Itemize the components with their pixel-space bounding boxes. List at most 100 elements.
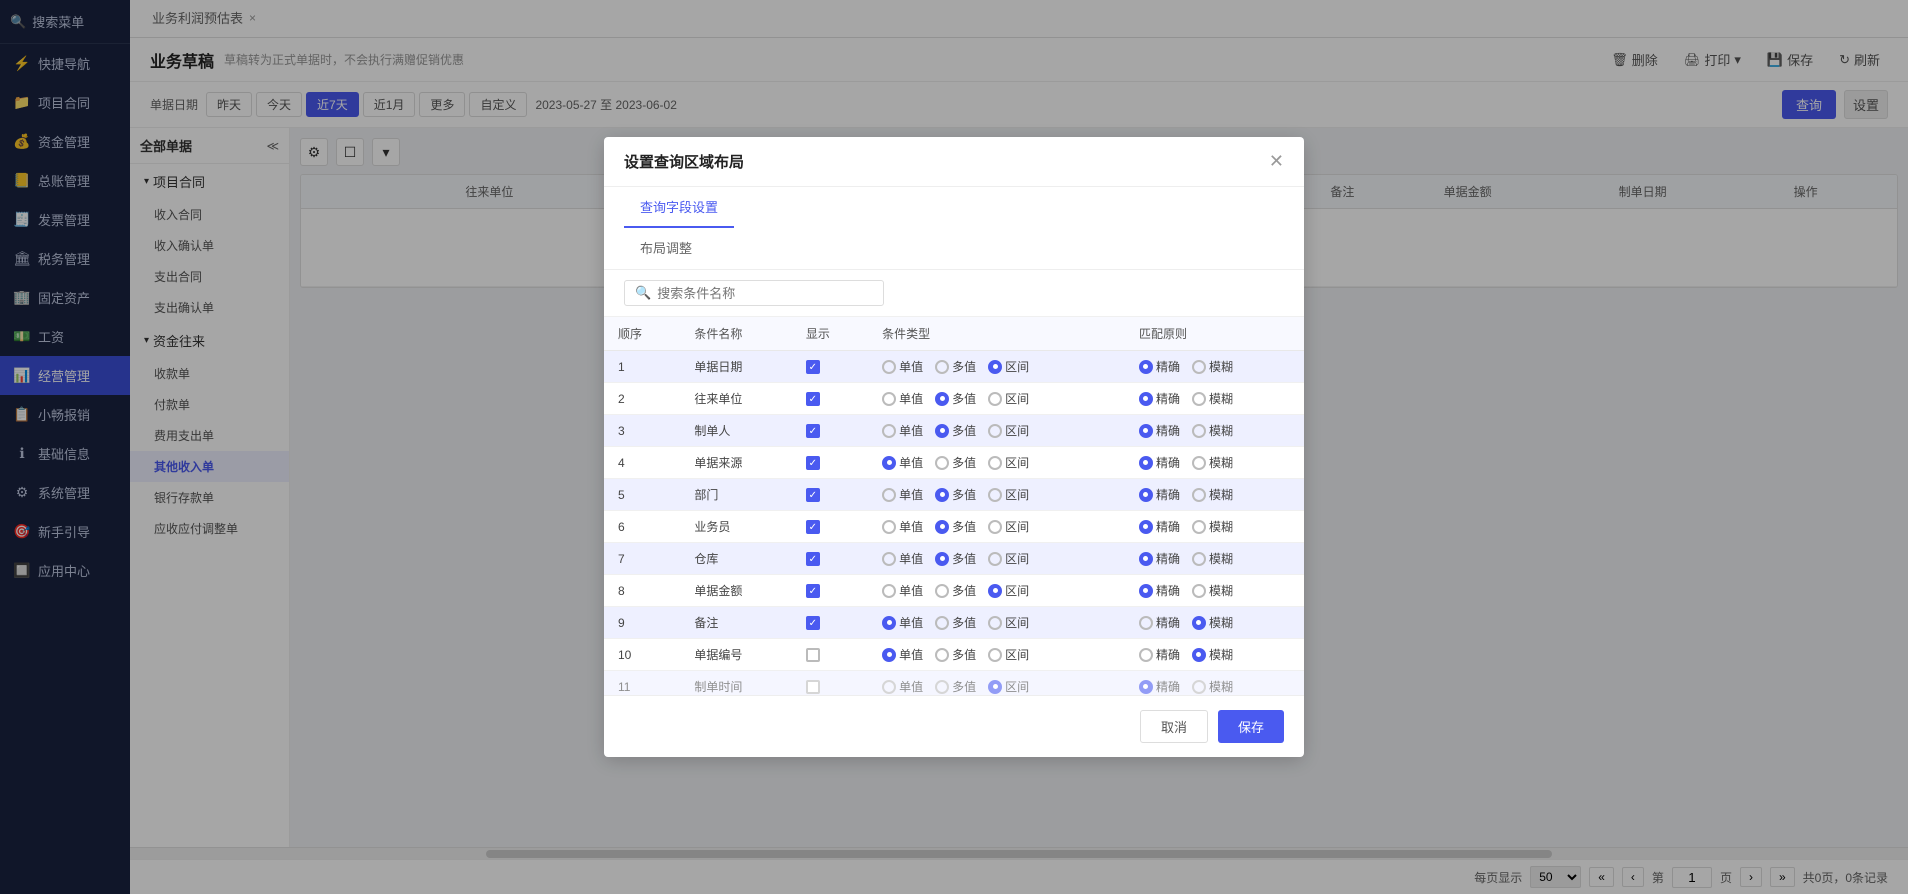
cell-show[interactable]	[792, 511, 868, 543]
show-checkbox[interactable]	[806, 456, 820, 470]
radio-multi[interactable]: 多值	[935, 614, 976, 631]
show-checkbox-empty[interactable]	[806, 648, 820, 662]
cell-show[interactable]	[792, 639, 868, 671]
radio-exact[interactable]: 精确	[1139, 486, 1180, 503]
radio-multi[interactable]: 多值	[935, 454, 976, 471]
cell-show[interactable]	[792, 575, 868, 607]
radio-fuzzy-circle[interactable]	[1192, 360, 1206, 374]
cell-show[interactable]	[792, 447, 868, 479]
radio-exact-circle[interactable]	[1139, 424, 1153, 438]
radio-range[interactable]: 区间	[988, 422, 1029, 439]
radio-exact-circle[interactable]	[1139, 584, 1153, 598]
radio-multi[interactable]: 多值	[935, 582, 976, 599]
radio-single-circle[interactable]	[882, 424, 896, 438]
radio-fuzzy[interactable]: 模糊	[1192, 422, 1233, 439]
radio-range-circle[interactable]	[988, 520, 1002, 534]
radio-fuzzy[interactable]: 模糊	[1192, 390, 1233, 407]
radio-exact[interactable]: 精确	[1139, 550, 1180, 567]
radio-range-circle[interactable]	[988, 680, 1002, 694]
radio-single-circle[interactable]	[882, 360, 896, 374]
radio-fuzzy[interactable]: 模糊	[1192, 518, 1233, 535]
radio-multi-circle[interactable]	[935, 424, 949, 438]
radio-range-circle[interactable]	[988, 360, 1002, 374]
radio-range-circle[interactable]	[988, 488, 1002, 502]
radio-exact[interactable]: 精确	[1139, 582, 1180, 599]
radio-multi[interactable]: 多值	[935, 646, 976, 663]
radio-multi-circle[interactable]	[935, 360, 949, 374]
radio-range[interactable]: 区间	[988, 614, 1029, 631]
cell-show[interactable]	[792, 415, 868, 447]
radio-multi[interactable]: 多值	[935, 358, 976, 375]
radio-fuzzy[interactable]: 模糊	[1192, 358, 1233, 375]
radio-range[interactable]: 区间	[988, 358, 1029, 375]
radio-multi[interactable]: 多值	[935, 486, 976, 503]
radio-single[interactable]: 单值	[882, 678, 923, 695]
radio-single-circle[interactable]	[882, 616, 896, 630]
radio-range[interactable]: 区间	[988, 646, 1029, 663]
modal-tab-布局调整[interactable]: 布局调整	[624, 228, 734, 269]
radio-fuzzy[interactable]: 模糊	[1192, 678, 1233, 695]
radio-multi[interactable]: 多值	[935, 550, 976, 567]
radio-single-circle[interactable]	[882, 552, 896, 566]
radio-multi-circle[interactable]	[935, 584, 949, 598]
radio-fuzzy[interactable]: 模糊	[1192, 550, 1233, 567]
show-checkbox[interactable]	[806, 584, 820, 598]
save-modal-button[interactable]: 保存	[1218, 710, 1284, 743]
radio-single[interactable]: 单值	[882, 454, 923, 471]
radio-multi-circle[interactable]	[935, 456, 949, 470]
radio-fuzzy-circle[interactable]	[1192, 424, 1206, 438]
radio-single[interactable]: 单值	[882, 614, 923, 631]
radio-fuzzy-circle[interactable]	[1192, 456, 1206, 470]
modal-search-input[interactable]	[657, 286, 873, 301]
radio-range[interactable]: 区间	[988, 454, 1029, 471]
radio-single[interactable]: 单值	[882, 486, 923, 503]
radio-multi[interactable]: 多值	[935, 390, 976, 407]
radio-exact-circle[interactable]	[1139, 648, 1153, 662]
radio-exact-circle[interactable]	[1139, 488, 1153, 502]
show-checkbox[interactable]	[806, 520, 820, 534]
radio-range-circle[interactable]	[988, 392, 1002, 406]
radio-exact[interactable]: 精确	[1139, 454, 1180, 471]
radio-multi-circle[interactable]	[935, 552, 949, 566]
show-checkbox[interactable]	[806, 616, 820, 630]
radio-range-circle[interactable]	[988, 552, 1002, 566]
radio-exact-circle[interactable]	[1139, 456, 1153, 470]
radio-range[interactable]: 区间	[988, 678, 1029, 695]
show-checkbox[interactable]	[806, 552, 820, 566]
radio-range-circle[interactable]	[988, 456, 1002, 470]
radio-range-circle[interactable]	[988, 616, 1002, 630]
radio-range[interactable]: 区间	[988, 582, 1029, 599]
radio-fuzzy-circle[interactable]	[1192, 616, 1206, 630]
radio-range-circle[interactable]	[988, 584, 1002, 598]
show-checkbox[interactable]	[806, 424, 820, 438]
radio-single[interactable]: 单值	[882, 518, 923, 535]
radio-multi[interactable]: 多值	[935, 422, 976, 439]
radio-single[interactable]: 单值	[882, 358, 923, 375]
show-checkbox[interactable]	[806, 392, 820, 406]
modal-tab-查询字段设置[interactable]: 查询字段设置	[624, 187, 734, 228]
radio-single-circle[interactable]	[882, 520, 896, 534]
radio-multi[interactable]: 多值	[935, 678, 976, 695]
show-checkbox-empty[interactable]	[806, 680, 820, 694]
radio-multi-circle[interactable]	[935, 520, 949, 534]
cell-show[interactable]	[792, 607, 868, 639]
radio-range[interactable]: 区间	[988, 390, 1029, 407]
radio-exact-circle[interactable]	[1139, 552, 1153, 566]
radio-fuzzy[interactable]: 模糊	[1192, 614, 1233, 631]
radio-exact[interactable]: 精确	[1139, 614, 1180, 631]
radio-single[interactable]: 单值	[882, 646, 923, 663]
radio-exact-circle[interactable]	[1139, 520, 1153, 534]
radio-range-circle[interactable]	[988, 648, 1002, 662]
radio-single[interactable]: 单值	[882, 550, 923, 567]
radio-multi-circle[interactable]	[935, 648, 949, 662]
radio-fuzzy[interactable]: 模糊	[1192, 454, 1233, 471]
radio-single-circle[interactable]	[882, 392, 896, 406]
radio-fuzzy-circle[interactable]	[1192, 680, 1206, 694]
cell-show[interactable]	[792, 383, 868, 415]
radio-range-circle[interactable]	[988, 424, 1002, 438]
radio-fuzzy-circle[interactable]	[1192, 488, 1206, 502]
modal-overlay[interactable]: 设置查询区域布局 ✕ 查询字段设置布局调整 🔍 顺序条件名称显示条件类型匹配原则…	[0, 0, 1908, 894]
radio-exact-circle[interactable]	[1139, 392, 1153, 406]
radio-fuzzy-circle[interactable]	[1192, 392, 1206, 406]
radio-single[interactable]: 单值	[882, 422, 923, 439]
